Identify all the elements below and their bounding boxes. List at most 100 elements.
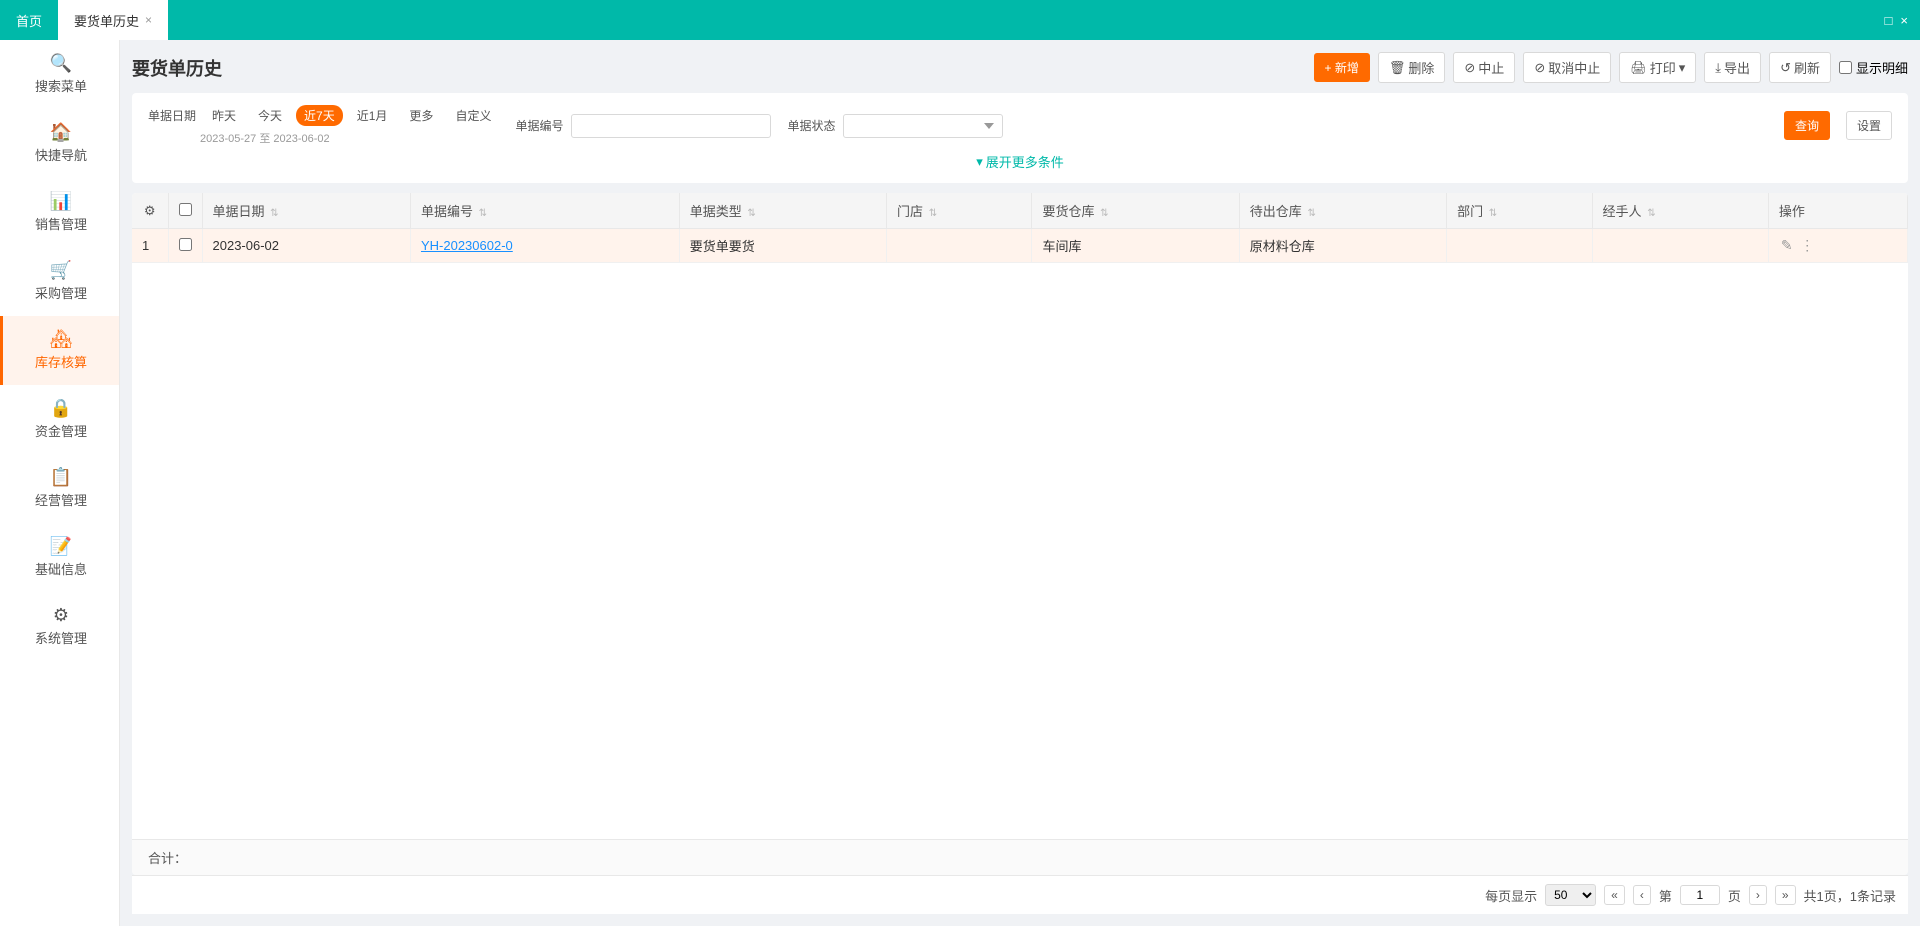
- page-title: 要货单历史: [132, 55, 222, 81]
- th-store: 门店 ⇅: [887, 193, 1032, 229]
- sidebar-item-label: 快捷导航: [35, 145, 87, 164]
- page-label-suffix: 页: [1728, 886, 1741, 905]
- sort-store-icon[interactable]: ⇅: [929, 208, 937, 219]
- th-handler: 经手人 ⇅: [1592, 193, 1768, 229]
- sidebar-item-purchase-mgmt[interactable]: 🛒 采购管理: [0, 247, 119, 316]
- tab-home[interactable]: 首页: [0, 0, 58, 40]
- sort-department-icon[interactable]: ⇅: [1489, 208, 1497, 219]
- toolbar: + 新增 🗑 删除 ⊘ 中止 ⊘ 取消中止 🖨 打印 ▾: [1314, 52, 1908, 83]
- query-button[interactable]: 查询: [1784, 111, 1830, 140]
- table-panel: ⚙ 单据日期 ⇅ 单据编号 ⇅: [132, 193, 1908, 875]
- show-detail-checkbox[interactable]: [1839, 61, 1852, 74]
- sort-handler-icon[interactable]: ⇅: [1647, 208, 1655, 219]
- sidebar-item-label: 经营管理: [35, 490, 87, 509]
- shortcut-yesterday[interactable]: 昨天: [204, 105, 244, 126]
- delete-button[interactable]: 🗑 删除: [1378, 52, 1446, 83]
- th-doc-type: 单据类型 ⇅: [679, 193, 886, 229]
- table-footer: 合计：: [132, 839, 1908, 875]
- add-button[interactable]: + 新增: [1314, 53, 1370, 82]
- sidebar-item-basic-info[interactable]: 📝 基础信息: [0, 523, 119, 592]
- row-edit-icon[interactable]: ✎: [1781, 237, 1793, 253]
- window-restore[interactable]: □: [1885, 13, 1893, 28]
- th-settings[interactable]: ⚙: [132, 193, 168, 229]
- expand-more-btn[interactable]: ▾ 展开更多条件: [976, 152, 1064, 171]
- doc-number-filter: 单据编号: [515, 114, 771, 138]
- show-detail-toggle[interactable]: 显示明细: [1839, 58, 1908, 77]
- sidebar-item-system-mgmt[interactable]: ⚙ 系统管理: [0, 592, 119, 661]
- sidebar-item-label: 资金管理: [35, 421, 87, 440]
- refresh-button[interactable]: ↺ 刷新: [1769, 52, 1831, 83]
- export-button[interactable]: ⤓ 导出: [1704, 52, 1761, 83]
- sort-pending-warehouse-icon[interactable]: ⇅: [1307, 208, 1315, 219]
- window-close[interactable]: ×: [1900, 13, 1908, 28]
- main-layout: 🔍 搜索菜单 🏠 快捷导航 📊 销售管理 🛒 采购管理 🏘 库存核算 🔒 资金管…: [0, 40, 1920, 926]
- settings-button[interactable]: 设置: [1846, 111, 1892, 140]
- td-req-warehouse: 车间库: [1032, 229, 1239, 263]
- sort-doc-date-icon[interactable]: ⇅: [270, 208, 278, 219]
- print-button[interactable]: 🖨 打印 ▾: [1619, 52, 1696, 83]
- tab-requisition-history[interactable]: 要货单历史 ×: [58, 0, 168, 40]
- prev-page-button[interactable]: ‹: [1633, 885, 1651, 905]
- table-wrapper: ⚙ 单据日期 ⇅ 单据编号 ⇅: [132, 193, 1908, 839]
- select-all-checkbox[interactable]: [179, 203, 192, 216]
- last-page-button[interactable]: »: [1775, 885, 1796, 905]
- sort-doc-number-icon[interactable]: ⇅: [479, 208, 487, 219]
- status-select[interactable]: [843, 114, 1003, 138]
- shortcut-more[interactable]: 更多: [401, 105, 441, 126]
- sidebar-item-operations-mgmt[interactable]: 📋 经营管理: [0, 454, 119, 523]
- cancel-stop-icon: ⊘: [1534, 60, 1545, 76]
- page-size-select[interactable]: 20 50 100 200: [1545, 884, 1596, 906]
- sidebar-item-label: 基础信息: [35, 559, 87, 578]
- shortcut-last7days[interactable]: 近7天: [296, 105, 343, 126]
- row-more-icon[interactable]: ⋮: [1800, 237, 1814, 253]
- shortcut-last1month[interactable]: 近1月: [349, 105, 396, 126]
- td-index: 1: [132, 229, 168, 263]
- sort-doc-type-icon[interactable]: ⇅: [747, 208, 755, 219]
- doc-number-label: 单据编号: [515, 117, 563, 134]
- total-info: 共1页，1条记录: [1804, 886, 1896, 905]
- window-controls: □ ×: [1885, 13, 1920, 28]
- td-doc-type: 要货单要货: [679, 229, 886, 263]
- tab-bar: 首页 要货单历史 ×: [0, 0, 1885, 40]
- page-size-label: 每页显示: [1485, 886, 1537, 905]
- row-checkbox[interactable]: [179, 238, 192, 251]
- sidebar-item-quick-nav[interactable]: 🏠 快捷导航: [0, 109, 119, 178]
- date-label: 单据日期: [148, 107, 196, 124]
- cancel-stop-button[interactable]: ⊘ 取消中止: [1523, 52, 1611, 83]
- sidebar-item-label: 库存核算: [35, 352, 87, 371]
- sidebar-item-label: 系统管理: [35, 628, 87, 647]
- next-page-button[interactable]: ›: [1749, 885, 1767, 905]
- td-checkbox: [168, 229, 202, 263]
- filter-panel: 单据日期 昨天 今天 近7天 近1月 更多 自定义 2023-05-27 至 2…: [132, 93, 1908, 183]
- operations-icon: 📋: [50, 468, 72, 486]
- shortcut-custom[interactable]: 自定义: [447, 105, 499, 126]
- th-pending-warehouse: 待出仓库 ⇅: [1239, 193, 1446, 229]
- pagination-bar: 每页显示 20 50 100 200 « ‹ 第 页 › » 共1页，1条记录: [132, 875, 1908, 914]
- page-number-input[interactable]: [1680, 885, 1720, 905]
- td-doc-number: YH-20230602-0: [410, 229, 679, 263]
- first-page-button[interactable]: «: [1604, 885, 1625, 905]
- basic-info-icon: 📝: [50, 537, 72, 555]
- th-doc-number: 单据编号 ⇅: [410, 193, 679, 229]
- shortcut-today[interactable]: 今天: [250, 105, 290, 126]
- td-store: [887, 229, 1032, 263]
- sort-req-warehouse-icon[interactable]: ⇅: [1100, 208, 1108, 219]
- date-range-text: 2023-05-27 至 2023-06-02: [200, 130, 499, 146]
- date-shortcuts: 昨天 今天 近7天 近1月 更多 自定义: [204, 105, 499, 126]
- search-menu-icon: 🔍: [50, 54, 72, 72]
- top-bar: 首页 要货单历史 × □ ×: [0, 0, 1920, 40]
- td-pending-warehouse: 原材料仓库: [1239, 229, 1446, 263]
- td-department: [1447, 229, 1592, 263]
- total-label: 合计：: [148, 848, 187, 867]
- sidebar-item-inventory-calc[interactable]: 🏘 库存核算: [0, 316, 119, 385]
- th-department: 部门 ⇅: [1447, 193, 1592, 229]
- system-icon: ⚙: [53, 606, 69, 624]
- stop-button[interactable]: ⊘ 中止: [1453, 52, 1515, 83]
- export-icon: ⤓: [1715, 60, 1721, 76]
- tab-close-icon[interactable]: ×: [145, 13, 152, 27]
- sidebar-item-search-menu[interactable]: 🔍 搜索菜单: [0, 40, 119, 109]
- doc-number-link[interactable]: YH-20230602-0: [421, 238, 513, 253]
- sidebar-item-sales-mgmt[interactable]: 📊 销售管理: [0, 178, 119, 247]
- sidebar-item-finance-mgmt[interactable]: 🔒 资金管理: [0, 385, 119, 454]
- doc-number-input[interactable]: [571, 114, 771, 138]
